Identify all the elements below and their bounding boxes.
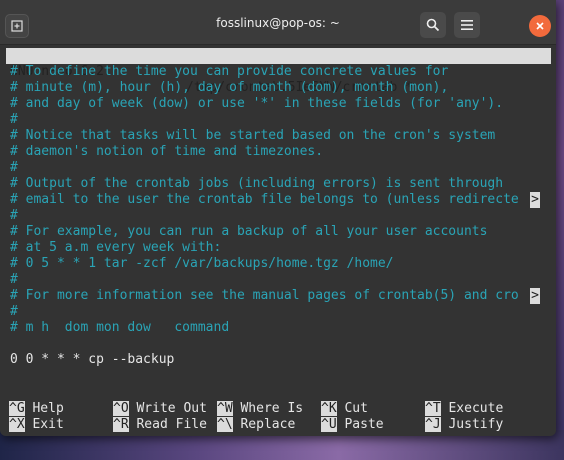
editor-line: # xyxy=(10,208,18,223)
editor-line: # 0 5 * * 1 tar -zcf /var/backups/home.t… xyxy=(10,256,394,271)
editor-line: # Notice that tasks will be started base… xyxy=(10,128,496,143)
editor-line: # For example, you can run a backup of a… xyxy=(10,224,488,239)
search-button[interactable] xyxy=(420,12,446,38)
editor-line: # xyxy=(10,160,18,175)
shortcut-label: Execute xyxy=(440,401,504,416)
shortcut-key: ^X xyxy=(9,417,25,432)
line-truncated-marker: > xyxy=(530,192,540,208)
shortcut-justify[interactable]: ^J Justify xyxy=(425,417,503,433)
shortcut-key: ^R xyxy=(113,417,129,432)
shortcut-label: Justify xyxy=(440,417,504,432)
menu-button[interactable] xyxy=(454,12,480,38)
shortcut-key: ^G xyxy=(9,401,25,416)
shortcut-where-is[interactable]: ^W Where Is xyxy=(217,401,303,417)
editor-line: 0 0 * * * cp --backup xyxy=(10,352,175,367)
editor-line: # To define the time you can provide con… xyxy=(10,64,449,79)
terminal-content[interactable]: GNU nano 6.2 /tmp/crontab.5IeSXW/crontab… xyxy=(6,46,551,434)
shortcut-cut[interactable]: ^K Cut xyxy=(321,401,368,417)
shortcut-key: ^O xyxy=(113,401,129,416)
shortcut-label: Paste xyxy=(336,417,384,432)
shortcut-help[interactable]: ^G Help xyxy=(9,401,64,417)
shortcut-replace[interactable]: ^\ Replace xyxy=(217,417,295,433)
editor-line: # xyxy=(10,304,18,319)
shortcut-key: ^J xyxy=(425,417,441,432)
shortcut-paste[interactable]: ^U Paste xyxy=(321,417,384,433)
editor-line: # m h dom mon dow command xyxy=(10,320,230,335)
search-icon xyxy=(426,18,440,32)
shortcut-label: Help xyxy=(24,401,64,416)
editor-line: # minute (m), hour (h), day of month (do… xyxy=(10,80,449,95)
shortcut-label: Cut xyxy=(336,401,368,416)
shortcut-label: Where Is xyxy=(232,401,304,416)
editor-line: # For more information see the manual pa… xyxy=(10,288,519,303)
nano-header-bar: GNU nano 6.2 /tmp/crontab.5IeSXW/crontab… xyxy=(6,48,551,95)
shortcut-key: ^U xyxy=(321,417,337,432)
hamburger-menu-icon xyxy=(461,20,473,30)
shortcut-key: ^\ xyxy=(217,417,233,432)
editor-line: # email to the user the crontab file bel… xyxy=(10,192,519,207)
shortcut-key: ^K xyxy=(321,401,337,416)
editor-line: # xyxy=(10,272,18,287)
shortcut-key: ^T xyxy=(425,401,441,416)
editor-line: # Output of the crontab jobs (including … xyxy=(10,176,504,191)
editor-line: # xyxy=(10,112,18,127)
shortcut-exit[interactable]: ^X Exit xyxy=(9,417,64,433)
title-bar: fosslinux@pop-os: ~ xyxy=(0,0,556,45)
line-truncated-marker: > xyxy=(530,288,540,304)
editor-line: # daemon's notion of time and timezones. xyxy=(10,144,324,159)
close-button[interactable] xyxy=(529,15,551,37)
editor-line: # and day of week (dow) or use '*' in th… xyxy=(10,96,504,111)
shortcut-write-out[interactable]: ^O Write Out xyxy=(113,401,207,417)
shortcut-key: ^W xyxy=(217,401,233,416)
shortcut-execute[interactable]: ^T Execute xyxy=(425,401,503,417)
shortcut-label: Write Out xyxy=(128,401,207,416)
editor-line: # at 5 a.m every week with: xyxy=(10,240,222,255)
shortcut-label: Replace xyxy=(232,417,296,432)
shortcut-label: Exit xyxy=(24,417,64,432)
terminal-window: fosslinux@pop-os: ~ GNU nano 6.2 /tmp/cr… xyxy=(0,0,556,436)
close-icon xyxy=(536,22,544,30)
shortcut-label: Read File xyxy=(128,417,207,432)
shortcut-read-file[interactable]: ^R Read File xyxy=(113,417,207,433)
